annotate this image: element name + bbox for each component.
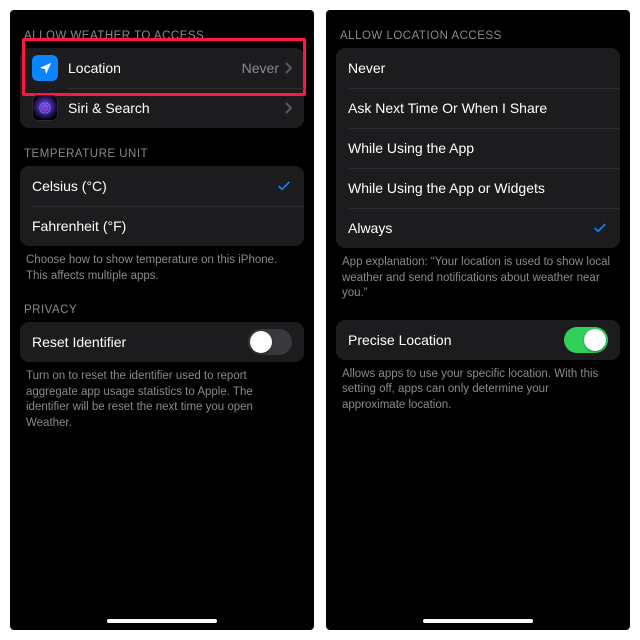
location-option-label: While Using the App or Widgets [348,180,608,196]
row-location[interactable]: Location Never [20,48,304,88]
home-indicator[interactable] [107,619,217,623]
screenshot-left: ALLOW WEATHER TO ACCESS Location Never S… [10,10,314,630]
row-location-option[interactable]: Ask Next Time Or When I Share [336,88,620,128]
checkmark-icon [592,220,608,236]
privacy-footer: Turn on to reset the identifier used to … [10,362,314,431]
row-celsius-label: Celsius (°C) [32,178,276,194]
reset-identifier-switch[interactable] [248,329,292,355]
row-location-option[interactable]: While Using the App or Widgets [336,168,620,208]
chevron-right-icon [285,62,292,74]
row-celsius[interactable]: Celsius (°C) [20,166,304,206]
row-precise-location[interactable]: Precise Location [336,320,620,360]
precise-location-switch[interactable] [564,327,608,353]
row-fahrenheit[interactable]: Fahrenheit (°F) [20,206,304,246]
row-siri-search[interactable]: Siri & Search [20,88,304,128]
row-location-value: Never [242,60,279,76]
checkmark-icon [276,178,292,194]
row-reset-identifier[interactable]: Reset Identifier [20,322,304,362]
group-location-options: Never Ask Next Time Or When I Share While … [336,48,620,248]
temp-footer: Choose how to show temperature on this i… [10,246,314,284]
row-reset-label: Reset Identifier [32,334,248,350]
row-siri-label: Siri & Search [68,100,285,116]
location-option-label: Always [348,220,592,236]
location-option-label: While Using the App [348,140,608,156]
row-location-option[interactable]: While Using the App [336,128,620,168]
section-header-temp: TEMPERATURE UNIT [10,128,314,166]
screenshot-right: ALLOW LOCATION ACCESS Never Ask Next Time… [326,10,630,630]
group-temp-unit: Celsius (°C) Fahrenheit (°F) [20,166,304,246]
row-location-label: Location [68,60,242,76]
location-option-label: Never [348,60,608,76]
location-access-footer: App explanation: “Your location is used … [326,248,630,302]
home-indicator[interactable] [423,619,533,623]
row-location-option[interactable]: Always [336,208,620,248]
section-header-location-access: ALLOW LOCATION ACCESS [326,10,630,48]
section-header-access: ALLOW WEATHER TO ACCESS [10,10,314,48]
group-precise-location: Precise Location [336,320,620,360]
row-fahrenheit-label: Fahrenheit (°F) [32,218,292,234]
location-option-label: Ask Next Time Or When I Share [348,100,608,116]
precise-location-label: Precise Location [348,332,564,348]
row-location-option[interactable]: Never [336,48,620,88]
location-icon [32,55,58,81]
chevron-right-icon [285,102,292,114]
precise-location-footer: Allows apps to use your specific locatio… [326,360,630,414]
group-access: Location Never Siri & Search [20,48,304,128]
siri-icon [32,95,58,121]
section-header-privacy: PRIVACY [10,284,314,322]
group-privacy: Reset Identifier [20,322,304,362]
